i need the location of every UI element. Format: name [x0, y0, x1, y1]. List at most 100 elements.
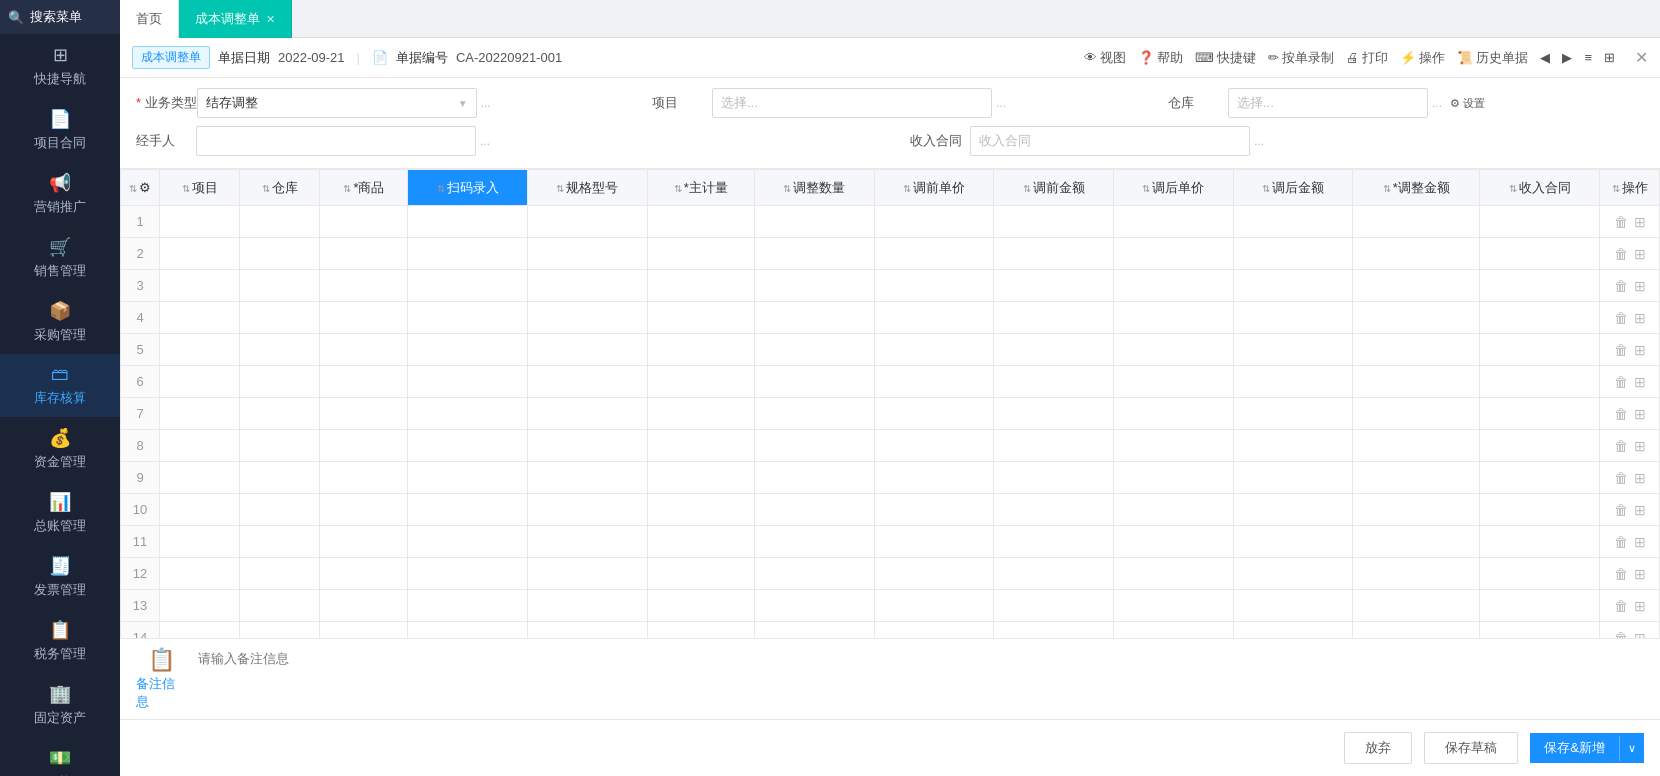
cell-scan-1[interactable]: [408, 206, 528, 238]
cell-post-amount-1[interactable]: [1233, 206, 1353, 238]
cell-spec-5[interactable]: [527, 334, 647, 366]
cell-unit-7[interactable]: [647, 398, 755, 430]
save-new-main[interactable]: 保存&新增: [1530, 733, 1619, 763]
table-row[interactable]: 9 🗑 ⊞: [121, 462, 1660, 494]
cell-warehouse-7[interactable]: [240, 398, 320, 430]
print-action[interactable]: 🖨 打印: [1346, 49, 1388, 67]
cell-unit-4[interactable]: [647, 302, 755, 334]
cell-adj-amount-10[interactable]: [1353, 494, 1480, 526]
batch-edit-action[interactable]: ✏ 按单录制: [1268, 49, 1334, 67]
copy-icon-5[interactable]: ⊞: [1634, 342, 1646, 358]
cell-product-8[interactable]: [320, 430, 408, 462]
cell-pre-price-11[interactable]: [874, 526, 994, 558]
cell-adj-amount-2[interactable]: [1353, 238, 1480, 270]
cell-income-contract-12[interactable]: [1480, 558, 1600, 590]
cell-product-10[interactable]: [320, 494, 408, 526]
discard-button[interactable]: 放弃: [1344, 732, 1412, 764]
cell-spec-7[interactable]: [527, 398, 647, 430]
cell-warehouse-4[interactable]: [240, 302, 320, 334]
cell-adj-qty-14[interactable]: [755, 622, 875, 639]
cell-unit-2[interactable]: [647, 238, 755, 270]
cell-income-contract-14[interactable]: [1480, 622, 1600, 639]
cell-scan-12[interactable]: [408, 558, 528, 590]
project-input[interactable]: 选择...: [712, 88, 992, 118]
delete-icon-6[interactable]: 🗑: [1614, 374, 1628, 390]
cell-scan-9[interactable]: [408, 462, 528, 494]
cell-warehouse-5[interactable]: [240, 334, 320, 366]
table-row[interactable]: 11 🗑 ⊞: [121, 526, 1660, 558]
copy-icon-4[interactable]: ⊞: [1634, 310, 1646, 326]
sidebar-item-quick-nav[interactable]: ⊞ 快捷导航: [0, 34, 120, 98]
cell-post-amount-12[interactable]: [1233, 558, 1353, 590]
cell-adj-qty-2[interactable]: [755, 238, 875, 270]
delete-icon-14[interactable]: 🗑: [1614, 630, 1628, 639]
sidebar-search[interactable]: 🔍 搜索菜单: [0, 0, 120, 34]
view-list-btn[interactable]: ≡: [1584, 50, 1592, 65]
cell-warehouse-2[interactable]: [240, 238, 320, 270]
cell-adj-qty-13[interactable]: [755, 590, 875, 622]
cell-pre-amount-4[interactable]: [994, 302, 1114, 334]
cell-adj-qty-4[interactable]: [755, 302, 875, 334]
cell-product-4[interactable]: [320, 302, 408, 334]
cell-unit-1[interactable]: [647, 206, 755, 238]
warehouse-dots[interactable]: ...: [1432, 96, 1442, 110]
cell-pre-amount-13[interactable]: [994, 590, 1114, 622]
income-contract-input[interactable]: 收入合同: [970, 126, 1250, 156]
sidebar-item-tax[interactable]: 📋 税务管理: [0, 609, 120, 673]
cell-pre-amount-11[interactable]: [994, 526, 1114, 558]
copy-icon-7[interactable]: ⊞: [1634, 406, 1646, 422]
delete-icon-1[interactable]: 🗑: [1614, 214, 1628, 230]
sidebar-item-ledger[interactable]: 📊 总账管理: [0, 481, 120, 545]
cell-project-13[interactable]: [160, 590, 240, 622]
delete-icon-4[interactable]: 🗑: [1614, 310, 1628, 326]
cell-post-amount-13[interactable]: [1233, 590, 1353, 622]
cell-adj-qty-11[interactable]: [755, 526, 875, 558]
cell-adj-qty-8[interactable]: [755, 430, 875, 462]
cell-adj-amount-1[interactable]: [1353, 206, 1480, 238]
cell-product-7[interactable]: [320, 398, 408, 430]
cell-spec-9[interactable]: [527, 462, 647, 494]
cell-pre-price-10[interactable]: [874, 494, 994, 526]
cell-spec-8[interactable]: [527, 430, 647, 462]
cell-warehouse-6[interactable]: [240, 366, 320, 398]
cell-product-6[interactable]: [320, 366, 408, 398]
cell-unit-5[interactable]: [647, 334, 755, 366]
cell-project-10[interactable]: [160, 494, 240, 526]
cell-project-14[interactable]: [160, 622, 240, 639]
delete-icon-11[interactable]: 🗑: [1614, 534, 1628, 550]
delete-icon-2[interactable]: 🗑: [1614, 246, 1628, 262]
cell-adj-amount-4[interactable]: [1353, 302, 1480, 334]
cell-pre-price-9[interactable]: [874, 462, 994, 494]
cell-adj-qty-7[interactable]: [755, 398, 875, 430]
cell-pre-amount-8[interactable]: [994, 430, 1114, 462]
cell-adj-qty-3[interactable]: [755, 270, 875, 302]
copy-icon-2[interactable]: ⊞: [1634, 246, 1646, 262]
cell-product-12[interactable]: [320, 558, 408, 590]
save-draft-button[interactable]: 保存草稿: [1424, 732, 1518, 764]
cell-project-9[interactable]: [160, 462, 240, 494]
cell-post-price-9[interactable]: [1113, 462, 1233, 494]
cell-post-price-6[interactable]: [1113, 366, 1233, 398]
cell-spec-12[interactable]: [527, 558, 647, 590]
cell-unit-6[interactable]: [647, 366, 755, 398]
cell-spec-11[interactable]: [527, 526, 647, 558]
cell-scan-4[interactable]: [408, 302, 528, 334]
view-action[interactable]: 👁 视图: [1084, 49, 1126, 67]
cell-adj-amount-6[interactable]: [1353, 366, 1480, 398]
cell-scan-5[interactable]: [408, 334, 528, 366]
view-grid-btn[interactable]: ⊞: [1604, 50, 1615, 65]
cell-pre-amount-6[interactable]: [994, 366, 1114, 398]
business-type-input[interactable]: 结存调整 ▼: [197, 88, 477, 118]
cell-adj-qty-5[interactable]: [755, 334, 875, 366]
cell-pre-amount-14[interactable]: [994, 622, 1114, 639]
cell-pre-amount-3[interactable]: [994, 270, 1114, 302]
cell-pre-price-12[interactable]: [874, 558, 994, 590]
cell-warehouse-13[interactable]: [240, 590, 320, 622]
table-row[interactable]: 10 🗑 ⊞: [121, 494, 1660, 526]
cell-pre-amount-9[interactable]: [994, 462, 1114, 494]
cell-income-contract-8[interactable]: [1480, 430, 1600, 462]
cell-scan-2[interactable]: [408, 238, 528, 270]
nav-prev[interactable]: ◀: [1540, 50, 1550, 65]
cell-post-amount-5[interactable]: [1233, 334, 1353, 366]
cell-post-price-12[interactable]: [1113, 558, 1233, 590]
